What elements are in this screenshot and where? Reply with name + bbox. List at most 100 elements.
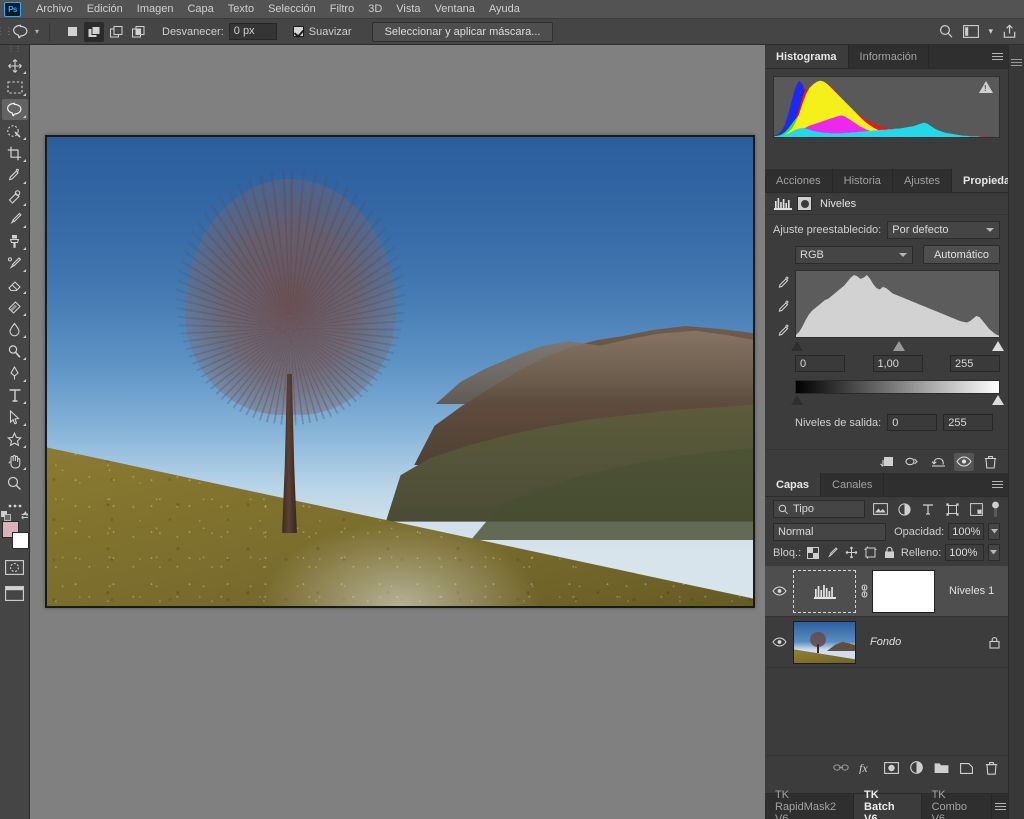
subtract-from-selection-button[interactable]: [106, 22, 126, 42]
bottom-panel-menu-icon[interactable]: [992, 794, 1008, 819]
lock-transparency-icon[interactable]: [805, 544, 820, 561]
history-brush-tool[interactable]: [2, 253, 28, 274]
set-white-point-icon[interactable]: [776, 324, 791, 339]
tab-ajustes[interactable]: Ajustes: [892, 169, 953, 192]
filter-enable-toggle[interactable]: [991, 501, 1000, 518]
auto-button[interactable]: Automático: [922, 245, 1000, 264]
layer-visibility-toggle[interactable]: [765, 637, 793, 647]
share-icon[interactable]: [1002, 24, 1017, 39]
output-shadow-field[interactable]: 0: [887, 414, 938, 431]
lasso-icon[interactable]: [9, 21, 31, 43]
canvas-area[interactable]: [30, 45, 765, 819]
shadow-input-field[interactable]: 0: [795, 355, 845, 372]
tool-preset-chevron-icon[interactable]: ▾: [31, 27, 43, 36]
layers-panel-menu-icon[interactable]: [986, 473, 1008, 496]
layer-thumbnail-fondo[interactable]: [793, 620, 856, 664]
crop-tool[interactable]: [2, 143, 28, 164]
menu-filtro[interactable]: Filtro: [323, 1, 361, 17]
view-previous-state-icon[interactable]: [902, 453, 922, 471]
search-icon[interactable]: [939, 24, 954, 39]
menu-ventana[interactable]: Ventana: [428, 1, 482, 17]
eraser-tool[interactable]: [2, 275, 28, 296]
dock-rail-grip-icon[interactable]: [1011, 59, 1022, 68]
swap-colors-icon[interactable]: ⇄: [21, 511, 29, 522]
preset-select[interactable]: Por defecto: [887, 221, 1000, 239]
menu-texto[interactable]: Texto: [221, 1, 261, 17]
new-layer-icon[interactable]: [957, 759, 975, 777]
tab-historia[interactable]: Historia: [832, 169, 893, 192]
delete-layer-icon[interactable]: [982, 759, 1000, 777]
menu-archivo[interactable]: Archivo: [29, 1, 80, 17]
new-adjustment-layer-icon[interactable]: [907, 759, 925, 777]
feather-input[interactable]: 0 px: [228, 23, 277, 40]
layer-thumbnail-adjustment[interactable]: [793, 569, 856, 613]
add-to-selection-button[interactable]: [84, 21, 104, 42]
layer-mask-thumbnail[interactable]: [872, 569, 935, 613]
filter-pixel-icon[interactable]: [871, 500, 889, 518]
intersect-selection-button[interactable]: [128, 22, 148, 42]
chevron-down-icon[interactable]: ▾: [988, 26, 993, 37]
mask-thumbnail-icon[interactable]: [797, 196, 812, 211]
layer-row-niveles-1[interactable]: Niveles 1: [765, 566, 1008, 617]
move-tool[interactable]: [2, 55, 28, 76]
document-canvas[interactable]: [45, 135, 755, 608]
type-tool[interactable]: [2, 385, 28, 406]
lasso-tool[interactable]: [1, 99, 28, 120]
levels-input-slider[interactable]: [791, 341, 1004, 353]
tab-tk-rapidmask2-v6[interactable]: TK RapidMask2 V6: [765, 789, 855, 819]
blend-mode-select[interactable]: Normal: [773, 522, 887, 541]
screen-mode-icon[interactable]: [4, 583, 26, 603]
histogram-warning-icon[interactable]: [979, 81, 993, 93]
dock-collapse-rail[interactable]: [1008, 45, 1024, 819]
spot-healing-brush-tool[interactable]: [2, 187, 28, 208]
background-color-swatch[interactable]: [11, 532, 29, 549]
midtone-input-handle[interactable]: [893, 341, 906, 351]
quick-mask-icon[interactable]: [4, 557, 26, 577]
highlight-input-field[interactable]: 255: [950, 355, 1000, 372]
menu-capa[interactable]: Capa: [180, 1, 220, 17]
hand-tool[interactable]: [2, 451, 28, 472]
shape-tool[interactable]: [2, 429, 28, 450]
levels-output-slider[interactable]: [791, 395, 1004, 407]
layer-filter-select[interactable]: Tipo: [773, 500, 866, 518]
fill-value[interactable]: 100%: [945, 544, 984, 561]
opacity-value[interactable]: 100%: [948, 523, 985, 540]
filter-adjustment-icon[interactable]: [895, 500, 913, 518]
tab-acciones[interactable]: Acciones: [765, 169, 833, 192]
eyedropper-tool[interactable]: [2, 165, 28, 186]
tab-capas[interactable]: Capas: [765, 473, 822, 496]
menu-edicion[interactable]: Edición: [80, 1, 130, 17]
select-and-mask-button[interactable]: Seleccionar y aplicar máscara...: [371, 21, 554, 42]
set-black-point-icon[interactable]: [776, 276, 791, 291]
lock-position-icon[interactable]: [843, 544, 858, 561]
brush-tool[interactable]: [2, 209, 28, 230]
lock-all-icon[interactable]: [882, 544, 897, 561]
lock-artboard-icon[interactable]: [863, 544, 878, 561]
channel-select[interactable]: RGB: [795, 245, 913, 264]
output-highlight-field[interactable]: 255: [943, 414, 994, 431]
shadow-input-handle[interactable]: [791, 341, 803, 351]
menu-ayuda[interactable]: Ayuda: [482, 1, 527, 17]
quick-selection-tool[interactable]: [2, 121, 28, 142]
pen-tool[interactable]: [2, 363, 28, 384]
reset-adjustment-icon[interactable]: [928, 453, 948, 471]
opacity-chevron-icon[interactable]: [988, 523, 1000, 540]
workspace-icon[interactable]: [963, 25, 980, 38]
layer-row-fondo[interactable]: Fondo: [765, 617, 1008, 668]
tab-canales[interactable]: Canales: [821, 473, 885, 496]
tab-histograma[interactable]: Histograma: [765, 45, 849, 68]
link-layers-icon[interactable]: [832, 759, 850, 777]
tab-informacion[interactable]: Información: [848, 45, 930, 68]
tab-tk-batch-v6[interactable]: TK Batch V6: [854, 789, 922, 819]
lock-image-icon[interactable]: [824, 544, 839, 561]
menu-imagen[interactable]: Imagen: [130, 1, 181, 17]
gradient-tool[interactable]: [2, 297, 28, 318]
zoom-tool[interactable]: [2, 473, 28, 494]
midtone-input-field[interactable]: 1,00: [872, 355, 923, 372]
path-selection-tool[interactable]: [2, 407, 28, 428]
fill-chevron-icon[interactable]: [987, 544, 1001, 561]
clone-stamp-tool[interactable]: [2, 231, 28, 252]
antialias-control[interactable]: Suavizar: [292, 26, 352, 38]
mask-link-icon[interactable]: [856, 584, 872, 598]
output-shadow-handle[interactable]: [791, 395, 803, 405]
